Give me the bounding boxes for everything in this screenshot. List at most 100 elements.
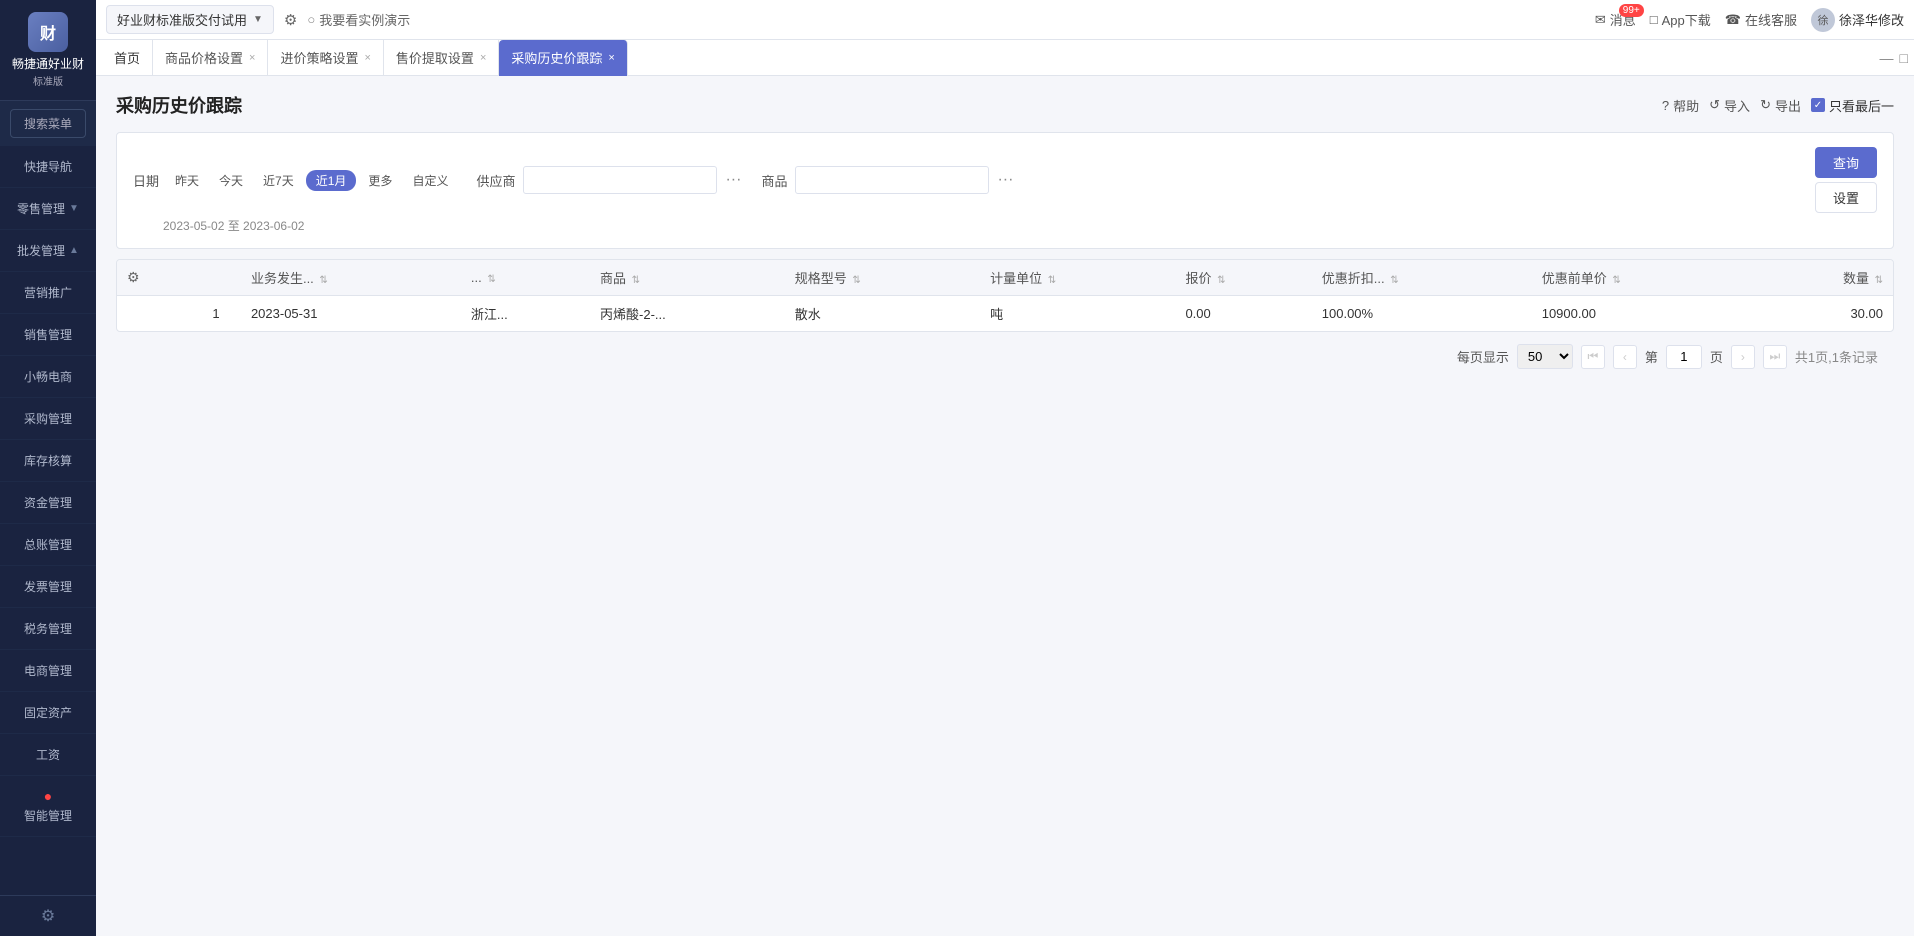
- tab-home[interactable]: 首页: [102, 40, 153, 76]
- settings-icon[interactable]: ⚙: [284, 11, 297, 29]
- sidebar-item-tax[interactable]: 税务管理: [0, 608, 96, 650]
- th-price[interactable]: 报价 ⇅: [1175, 260, 1311, 296]
- sidebar-item-smart[interactable]: ● 智能管理: [0, 776, 96, 837]
- sidebar-item-quick-nav[interactable]: 快捷导航: [0, 146, 96, 188]
- cell-discount: 100.00%: [1312, 296, 1532, 332]
- page-input[interactable]: [1666, 345, 1702, 369]
- search-menu-button[interactable]: 搜索菜单: [10, 109, 86, 138]
- service-icon: ☎: [1725, 12, 1741, 28]
- th-qty[interactable]: 数量 ⇅: [1757, 260, 1893, 296]
- sidebar-item-label: 批发管理: [17, 242, 65, 259]
- tab-price[interactable]: 商品价格设置 ×: [153, 40, 268, 76]
- sidebar-item-ecommerce[interactable]: 电商管理: [0, 650, 96, 692]
- only-last-checkbox[interactable]: ✓ 只看最后一: [1811, 96, 1894, 115]
- tab-strategy[interactable]: 进价策略设置 ×: [268, 40, 383, 76]
- date-btn-7days[interactable]: 近7天: [255, 170, 302, 191]
- cell-gear: [117, 296, 191, 332]
- date-buttons: 昨天 今天 近7天 近1月 更多 自定义: [167, 170, 456, 191]
- avatar: 徐: [1811, 8, 1835, 32]
- date-btn-yesterday[interactable]: 昨天: [167, 170, 207, 191]
- sidebar-item-marketing[interactable]: 营销推广: [0, 272, 96, 314]
- goods-dots[interactable]: ···: [997, 171, 1013, 189]
- next-page-button[interactable]: ›: [1731, 345, 1755, 369]
- cell-qty: 30.00: [1757, 296, 1893, 332]
- table-header-row: ⚙ 业务发生... ⇅ ... ⇅ 商品 ⇅ 规格型号 ⇅ 计量单位 ⇅ 报价 …: [117, 260, 1893, 296]
- page-total: 共1页,1条记录: [1795, 347, 1878, 366]
- th-discount[interactable]: 优惠折扣... ⇅: [1312, 260, 1532, 296]
- messages-button[interactable]: ✉ 消息 99+: [1595, 10, 1636, 29]
- chevron-up-icon: ▲: [69, 245, 79, 256]
- gear-icon[interactable]: ⚙: [41, 908, 55, 925]
- tab-history-price[interactable]: 采购历史价跟踪 ×: [499, 40, 627, 76]
- page-actions: ? 帮助 ↺ 导入 ↻ 导出 ✓ 只看最后一: [1662, 96, 1894, 115]
- user-menu[interactable]: 徐 徐泽华修改: [1811, 8, 1904, 32]
- logo-title: 畅捷通好业财: [8, 56, 88, 73]
- demo-button[interactable]: ○ 我要看实例演示: [307, 10, 410, 29]
- sort-icon: ⇅: [1217, 275, 1225, 286]
- sidebar-item-wholesale[interactable]: 批发管理 ▲: [0, 230, 96, 272]
- date-btn-more[interactable]: 更多: [360, 170, 400, 191]
- sidebar-item-assets[interactable]: 固定资产: [0, 692, 96, 734]
- export-button[interactable]: ↻ 导出: [1760, 96, 1801, 115]
- per-page-select[interactable]: 50 20 100: [1517, 344, 1573, 369]
- sidebar-item-purchase[interactable]: 采购管理: [0, 398, 96, 440]
- th-extra[interactable]: ... ⇅: [461, 260, 590, 296]
- query-button[interactable]: 查询: [1815, 147, 1877, 178]
- first-page-button[interactable]: ⏮: [1581, 345, 1605, 369]
- sidebar-bottom: ⚙: [0, 895, 96, 936]
- th-gear[interactable]: ⚙: [117, 260, 191, 296]
- close-icon[interactable]: ×: [608, 52, 614, 64]
- supplier-input[interactable]: [523, 166, 717, 194]
- help-button[interactable]: ? 帮助: [1662, 96, 1699, 115]
- tab-sale-price[interactable]: 售价提取设置 ×: [384, 40, 499, 76]
- import-button[interactable]: ↺ 导入: [1709, 96, 1750, 115]
- date-filter-group: 日期 昨天 今天 近7天 近1月 更多 自定义: [133, 170, 456, 191]
- th-before-price[interactable]: 优惠前单价 ⇅: [1532, 260, 1757, 296]
- sidebar-item-label: 电商管理: [24, 662, 72, 679]
- th-goods[interactable]: 商品 ⇅: [590, 260, 785, 296]
- logo-icon: 财: [28, 12, 68, 52]
- date-btn-custom[interactable]: 自定义: [404, 170, 456, 191]
- sort-icon: ⇅: [319, 275, 327, 286]
- product-selector[interactable]: 好业财标准版交付试用 ▼: [106, 5, 274, 34]
- date-btn-1month[interactable]: 近1月: [306, 170, 357, 191]
- th-unit[interactable]: 计量单位 ⇅: [980, 260, 1175, 296]
- sidebar-item-inventory[interactable]: 库存核算: [0, 440, 96, 482]
- close-icon[interactable]: ×: [249, 52, 255, 64]
- sidebar-item-finance[interactable]: 资金管理: [0, 482, 96, 524]
- online-service-button[interactable]: ☎ 在线客服: [1725, 10, 1797, 29]
- sidebar-item-payroll[interactable]: 工资: [0, 734, 96, 776]
- sidebar-item-label: 快捷导航: [24, 158, 72, 175]
- sidebar-item-sales[interactable]: 销售管理: [0, 314, 96, 356]
- sidebar-item-label: 资金管理: [24, 494, 72, 511]
- close-icon[interactable]: ×: [364, 52, 370, 64]
- sidebar-item-ecommerce-small[interactable]: 小畅电商: [0, 356, 96, 398]
- cell-goods: 丙烯酸-2-...: [590, 296, 785, 332]
- goods-input[interactable]: [795, 166, 989, 194]
- sidebar-item-general-ledger[interactable]: 总账管理: [0, 524, 96, 566]
- supplier-dots[interactable]: ···: [725, 171, 741, 189]
- maximize-icon[interactable]: □: [1900, 50, 1908, 66]
- tabbar-right: — □: [1880, 50, 1908, 66]
- th-spec[interactable]: 规格型号 ⇅: [785, 260, 980, 296]
- sidebar-item-retail[interactable]: 零售管理 ▼: [0, 188, 96, 230]
- date-btn-today[interactable]: 今天: [211, 170, 251, 191]
- minimize-icon[interactable]: —: [1880, 50, 1894, 66]
- sort-icon: ⇅: [852, 275, 860, 286]
- tabbar: 首页 商品价格设置 × 进价策略设置 × 售价提取设置 × 采购历史价跟踪 × …: [96, 40, 1914, 76]
- sidebar-item-label: 零售管理: [17, 200, 65, 217]
- tab-sale-price-label: 售价提取设置: [396, 48, 474, 67]
- last-page-button[interactable]: ⏭: [1763, 345, 1787, 369]
- page-content: 采购历史价跟踪 ? 帮助 ↺ 导入 ↻ 导出 ✓: [96, 76, 1914, 936]
- supplier-label: 供应商: [476, 171, 515, 190]
- date-label: 日期: [133, 171, 159, 190]
- sidebar-item-invoice[interactable]: 发票管理: [0, 566, 96, 608]
- prev-page-button[interactable]: ‹: [1613, 345, 1637, 369]
- filter-settings-button[interactable]: 设置: [1815, 182, 1877, 213]
- app-download-button[interactable]: □ App下载: [1650, 10, 1711, 29]
- close-icon[interactable]: ×: [480, 52, 486, 64]
- import-label: 导入: [1724, 96, 1750, 115]
- topbar-right: ✉ 消息 99+ □ App下载 ☎ 在线客服 徐 徐泽华修改: [1595, 8, 1904, 32]
- th-date[interactable]: 业务发生... ⇅: [241, 260, 461, 296]
- cell-seq: 1: [191, 296, 241, 332]
